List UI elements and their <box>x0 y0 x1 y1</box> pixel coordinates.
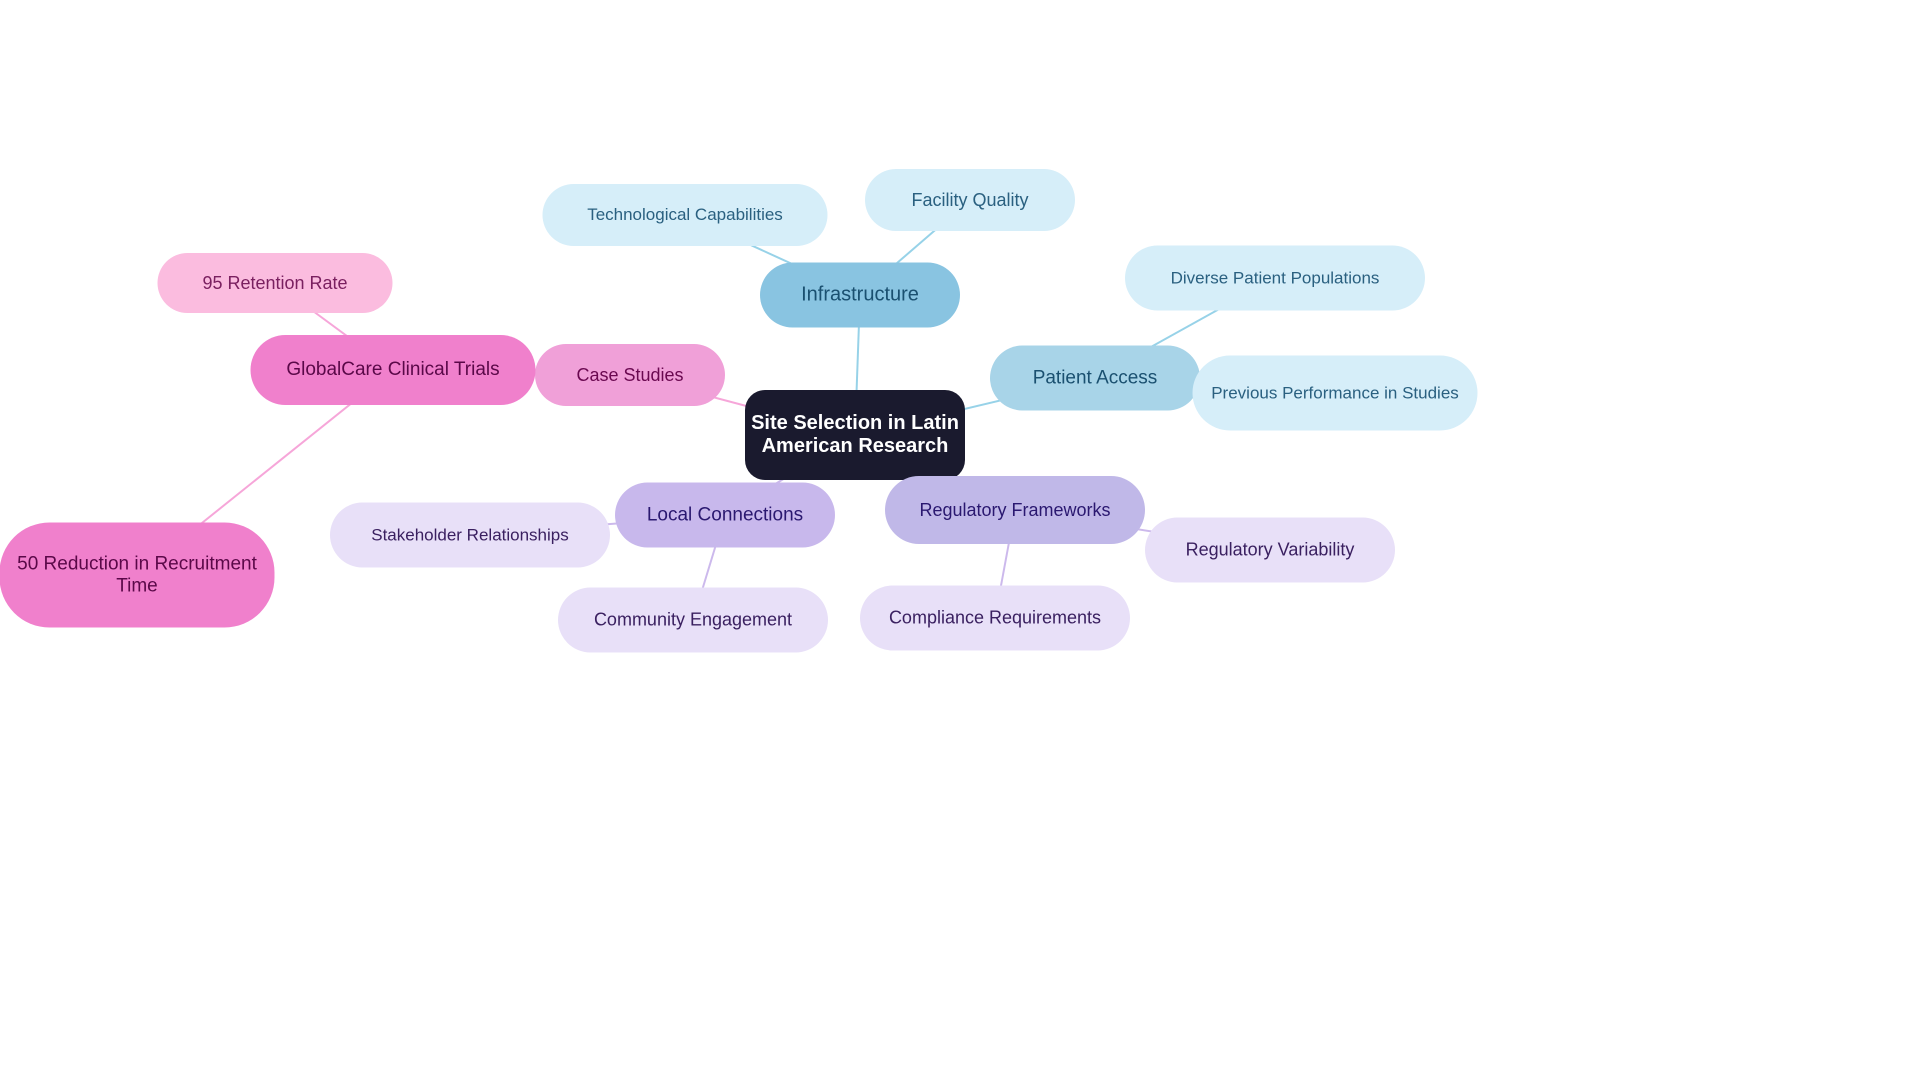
node-patient_access[interactable]: Patient Access <box>990 346 1200 411</box>
node-previous_performance[interactable]: Previous Performance in Studies <box>1193 356 1478 431</box>
node-case_studies[interactable]: Case Studies <box>535 344 725 406</box>
node-compliance_requirements[interactable]: Compliance Requirements <box>860 586 1130 651</box>
node-center[interactable]: Site Selection in Latin American Researc… <box>745 390 965 480</box>
node-facility_quality[interactable]: Facility Quality <box>865 169 1075 231</box>
node-infrastructure[interactable]: Infrastructure <box>760 263 960 328</box>
node-technological_capabilities[interactable]: Technological Capabilities <box>543 184 828 246</box>
node-regulatory_frameworks[interactable]: Regulatory Frameworks <box>885 476 1145 544</box>
node-community_engagement[interactable]: Community Engagement <box>558 588 828 653</box>
node-regulatory_variability[interactable]: Regulatory Variability <box>1145 518 1395 583</box>
node-retention_rate[interactable]: 95 Retention Rate <box>158 253 393 313</box>
mind-map-canvas: Site Selection in Latin American Researc… <box>0 0 1920 1083</box>
node-local_connections[interactable]: Local Connections <box>615 483 835 548</box>
node-diverse_patient_populations[interactable]: Diverse Patient Populations <box>1125 246 1425 311</box>
node-globalcare[interactable]: GlobalCare Clinical Trials <box>251 335 536 405</box>
node-reduction_time[interactable]: 50 Reduction in Recruitment Time <box>0 523 275 628</box>
node-stakeholder_relationships[interactable]: Stakeholder Relationships <box>330 503 610 568</box>
